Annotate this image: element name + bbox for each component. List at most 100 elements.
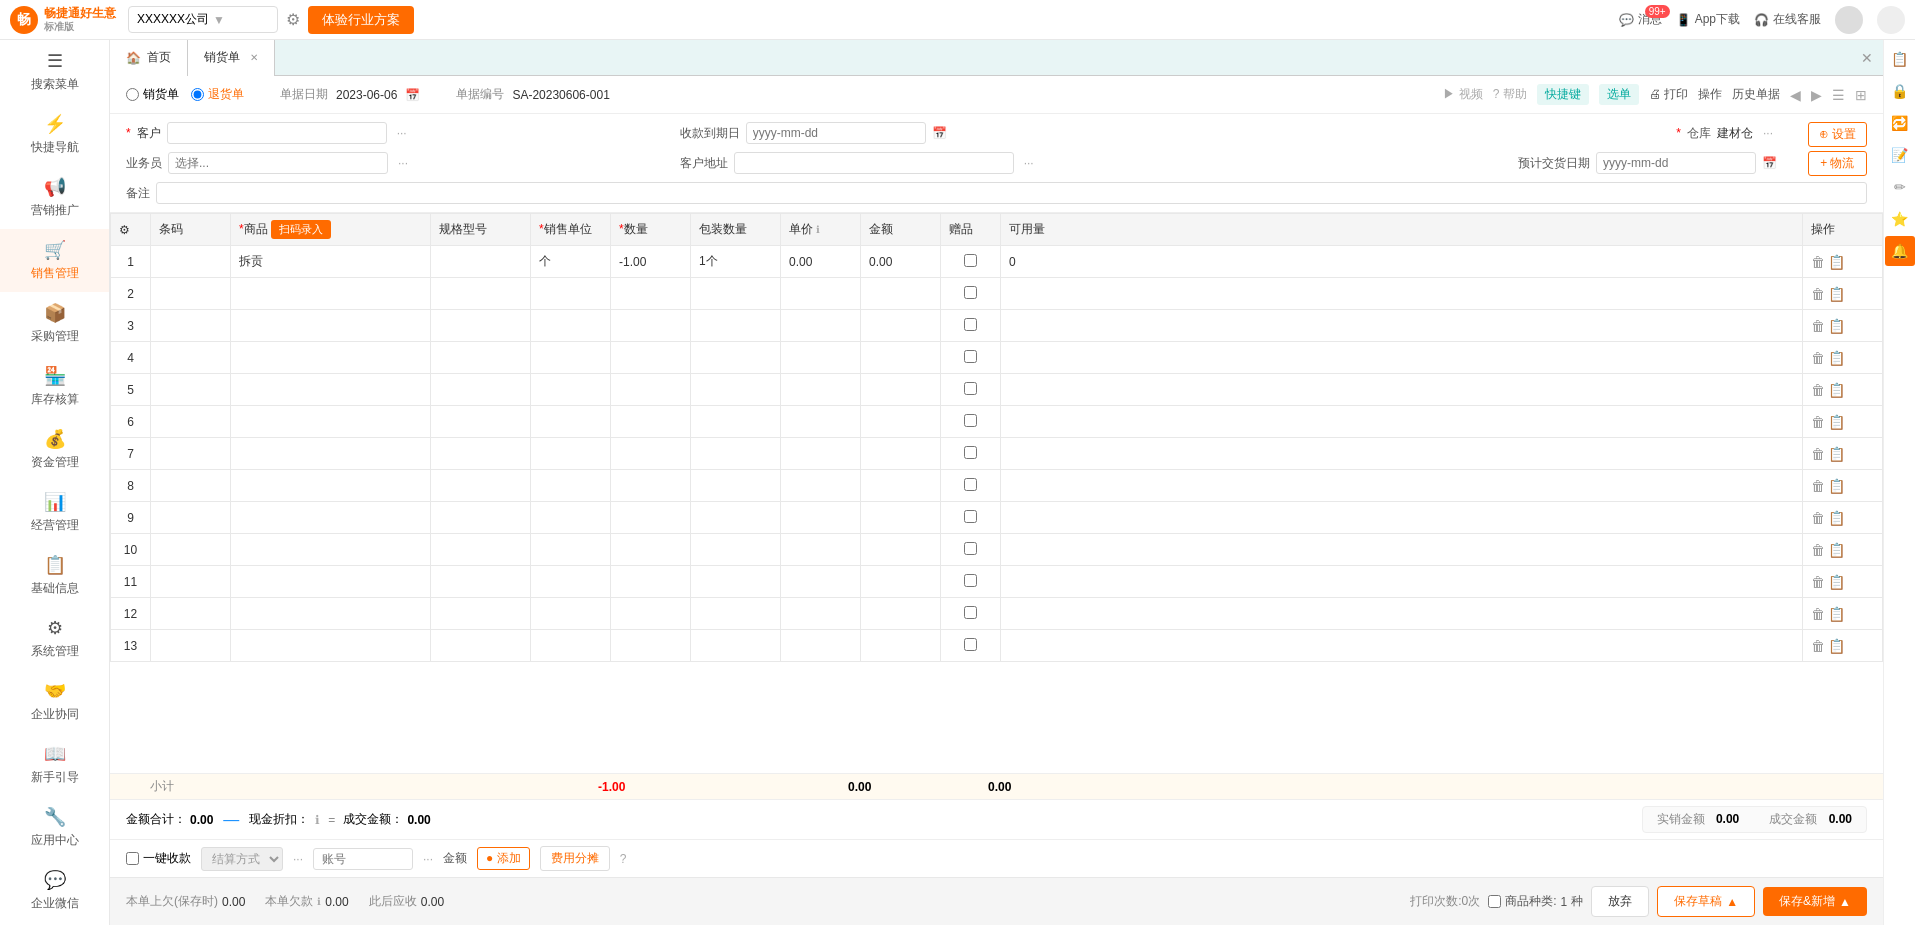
one-click-payment-checkbox[interactable] — [126, 852, 139, 865]
payment-due-calendar-icon[interactable]: 📅 — [932, 126, 947, 140]
amount-8[interactable] — [861, 470, 941, 502]
gift-checkbox-13[interactable] — [964, 638, 977, 651]
tab-close-all[interactable]: ✕ — [1861, 50, 1883, 66]
gift-2[interactable] — [941, 278, 1001, 310]
right-panel-clipboard[interactable]: 📋 — [1885, 44, 1915, 74]
product-6[interactable] — [231, 406, 431, 438]
amount-2[interactable] — [861, 278, 941, 310]
qty-5[interactable] — [611, 374, 691, 406]
unit-price-2[interactable] — [781, 278, 861, 310]
gift-checkbox-7[interactable] — [964, 446, 977, 459]
save-new-button[interactable]: 保存&新增 ▲ — [1763, 887, 1867, 916]
product-9[interactable] — [231, 502, 431, 534]
product-10[interactable] — [231, 534, 431, 566]
spec-10[interactable] — [431, 534, 531, 566]
right-panel-note[interactable]: 📝 — [1885, 140, 1915, 170]
gift-checkbox-6[interactable] — [964, 414, 977, 427]
amount-1[interactable]: 0.00 — [861, 246, 941, 278]
nav-next-icon[interactable]: ▶ — [1811, 87, 1822, 103]
barcode-7[interactable] — [151, 438, 231, 470]
product-11[interactable] — [231, 566, 431, 598]
radio-return[interactable]: 退货单 — [191, 86, 244, 103]
barcode-2[interactable] — [151, 278, 231, 310]
delete-btn-3[interactable]: 🗑 — [1811, 318, 1825, 334]
gift-12[interactable] — [941, 598, 1001, 630]
delete-btn-2[interactable]: 🗑 — [1811, 286, 1825, 302]
gift-5[interactable] — [941, 374, 1001, 406]
gift-checkbox-3[interactable] — [964, 318, 977, 331]
sidebar-item-inventory[interactable]: 🏪 库存核算 — [0, 355, 109, 418]
amount-3[interactable] — [861, 310, 941, 342]
unit-price-10[interactable] — [781, 534, 861, 566]
delete-btn-6[interactable]: 🗑 — [1811, 414, 1825, 430]
unit-9[interactable] — [531, 502, 611, 534]
unit-price-4[interactable] — [781, 342, 861, 374]
nav-prev-icon[interactable]: ◀ — [1790, 87, 1801, 103]
delete-btn-13[interactable]: 🗑 — [1811, 638, 1825, 654]
right-panel-pencil[interactable]: ✏ — [1885, 172, 1915, 202]
settlement-dots[interactable]: ··· — [293, 852, 303, 866]
unit-11[interactable] — [531, 566, 611, 598]
qty-9[interactable] — [611, 502, 691, 534]
barcode-11[interactable] — [151, 566, 231, 598]
warehouse-dots[interactable]: ··· — [1759, 126, 1777, 140]
tab-home[interactable]: 🏠 首页 — [110, 40, 188, 76]
history-action[interactable]: 历史单据 — [1732, 86, 1780, 103]
gift-9[interactable] — [941, 502, 1001, 534]
unit-price-3[interactable] — [781, 310, 861, 342]
qty-10[interactable] — [611, 534, 691, 566]
sidebar-item-finance[interactable]: 💰 资金管理 — [0, 418, 109, 481]
barcode-1[interactable] — [151, 246, 231, 278]
company-selector[interactable]: XXXXXX公司 ▼ — [128, 6, 278, 33]
pack-qty-5[interactable] — [691, 374, 781, 406]
sidebar-item-purchase[interactable]: 📦 采购管理 — [0, 292, 109, 355]
settings-icon[interactable]: ⚙ — [286, 10, 300, 29]
radio-sales-input[interactable] — [126, 88, 139, 101]
copy-btn-10[interactable]: 📋 — [1828, 542, 1845, 558]
shortcut-action[interactable]: 快捷键 — [1537, 84, 1589, 105]
barcode-13[interactable] — [151, 630, 231, 662]
spec-13[interactable] — [431, 630, 531, 662]
payment-help-icon[interactable]: ? — [620, 852, 627, 866]
sidebar-item-quicknav[interactable]: ⚡ 快捷导航 — [0, 103, 109, 166]
unit-6[interactable] — [531, 406, 611, 438]
qty-6[interactable] — [611, 406, 691, 438]
qty-8[interactable] — [611, 470, 691, 502]
qty-11[interactable] — [611, 566, 691, 598]
pack-qty-9[interactable] — [691, 502, 781, 534]
right-panel-bell[interactable]: 🔔 — [1885, 236, 1915, 266]
spec-3[interactable] — [431, 310, 531, 342]
spec-8[interactable] — [431, 470, 531, 502]
unit-price-7[interactable] — [781, 438, 861, 470]
unit-price-11[interactable] — [781, 566, 861, 598]
amount-7[interactable] — [861, 438, 941, 470]
unit-12[interactable] — [531, 598, 611, 630]
product-4[interactable] — [231, 342, 431, 374]
unit-price-8[interactable] — [781, 470, 861, 502]
sidebar-item-enterprise[interactable]: 🤝 企业协同 — [0, 670, 109, 733]
delete-btn-10[interactable]: 🗑 — [1811, 542, 1825, 558]
gift-8[interactable] — [941, 470, 1001, 502]
spec-1[interactable] — [431, 246, 531, 278]
calendar-icon[interactable]: 📅 — [405, 88, 420, 102]
unit-price-5[interactable] — [781, 374, 861, 406]
amount-6[interactable] — [861, 406, 941, 438]
pack-qty-2[interactable] — [691, 278, 781, 310]
save-draft-button[interactable]: 保存草稿 ▲ — [1657, 886, 1755, 917]
th-settings[interactable]: ⚙ — [111, 214, 151, 246]
spec-5[interactable] — [431, 374, 531, 406]
logistics-button[interactable]: + 物流 — [1808, 151, 1867, 176]
barcode-9[interactable] — [151, 502, 231, 534]
video-action[interactable]: ▶ 视频 — [1443, 86, 1482, 103]
copy-btn-13[interactable]: 📋 — [1828, 638, 1845, 654]
choose-action[interactable]: 选单 — [1599, 84, 1639, 105]
delivery-input[interactable] — [1596, 152, 1756, 174]
amount-9[interactable] — [861, 502, 941, 534]
dropdown-arrow-icon[interactable]: ▲ — [1726, 895, 1738, 909]
copy-btn-7[interactable]: 📋 — [1828, 446, 1845, 462]
barcode-12[interactable] — [151, 598, 231, 630]
product-3[interactable] — [231, 310, 431, 342]
qty-1[interactable]: -1.00 — [611, 246, 691, 278]
unit-1[interactable]: 个 — [531, 246, 611, 278]
copy-btn-6[interactable]: 📋 — [1828, 414, 1845, 430]
